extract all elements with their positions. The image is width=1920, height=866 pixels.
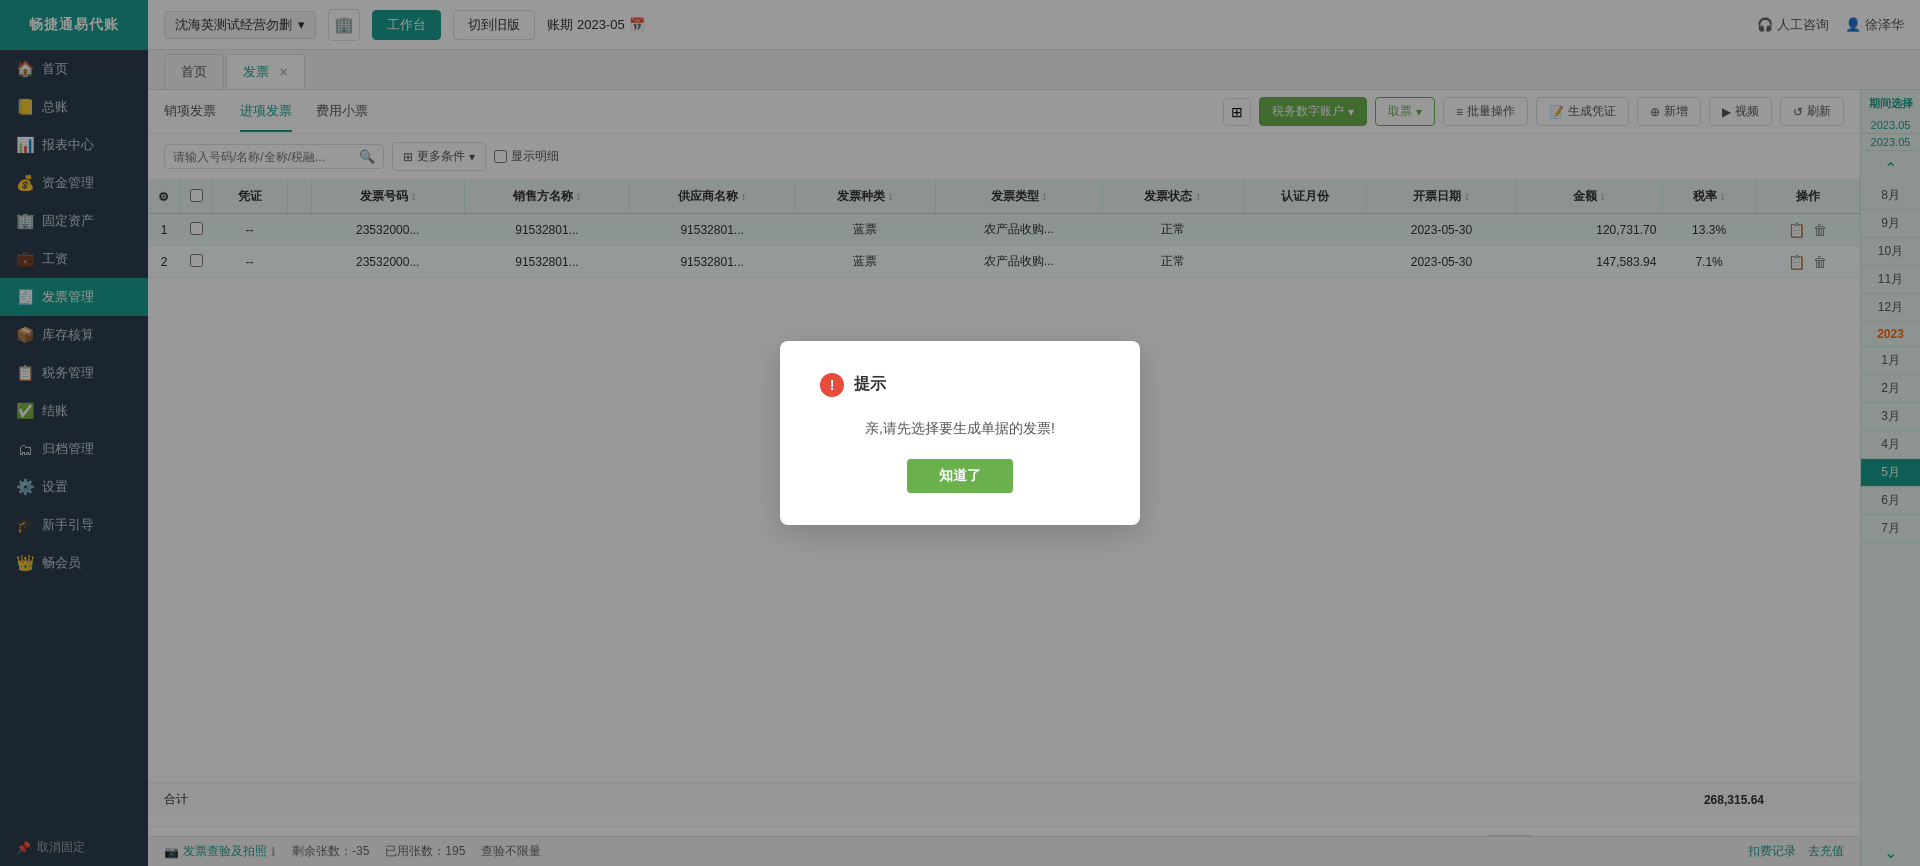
modal-dialog: ! 提示 亲,请先选择要生成单据的发票! 知道了 [780, 341, 1140, 525]
modal-body: 亲,请先选择要生成单据的发票! [865, 417, 1055, 439]
modal-title: 提示 [854, 374, 886, 395]
modal-footer: 知道了 [907, 459, 1013, 493]
modal-ok-btn[interactable]: 知道了 [907, 459, 1013, 493]
modal-warning-icon: ! [820, 373, 844, 397]
modal-header: ! 提示 [820, 373, 886, 397]
modal-overlay[interactable]: ! 提示 亲,请先选择要生成单据的发票! 知道了 [0, 0, 1920, 866]
